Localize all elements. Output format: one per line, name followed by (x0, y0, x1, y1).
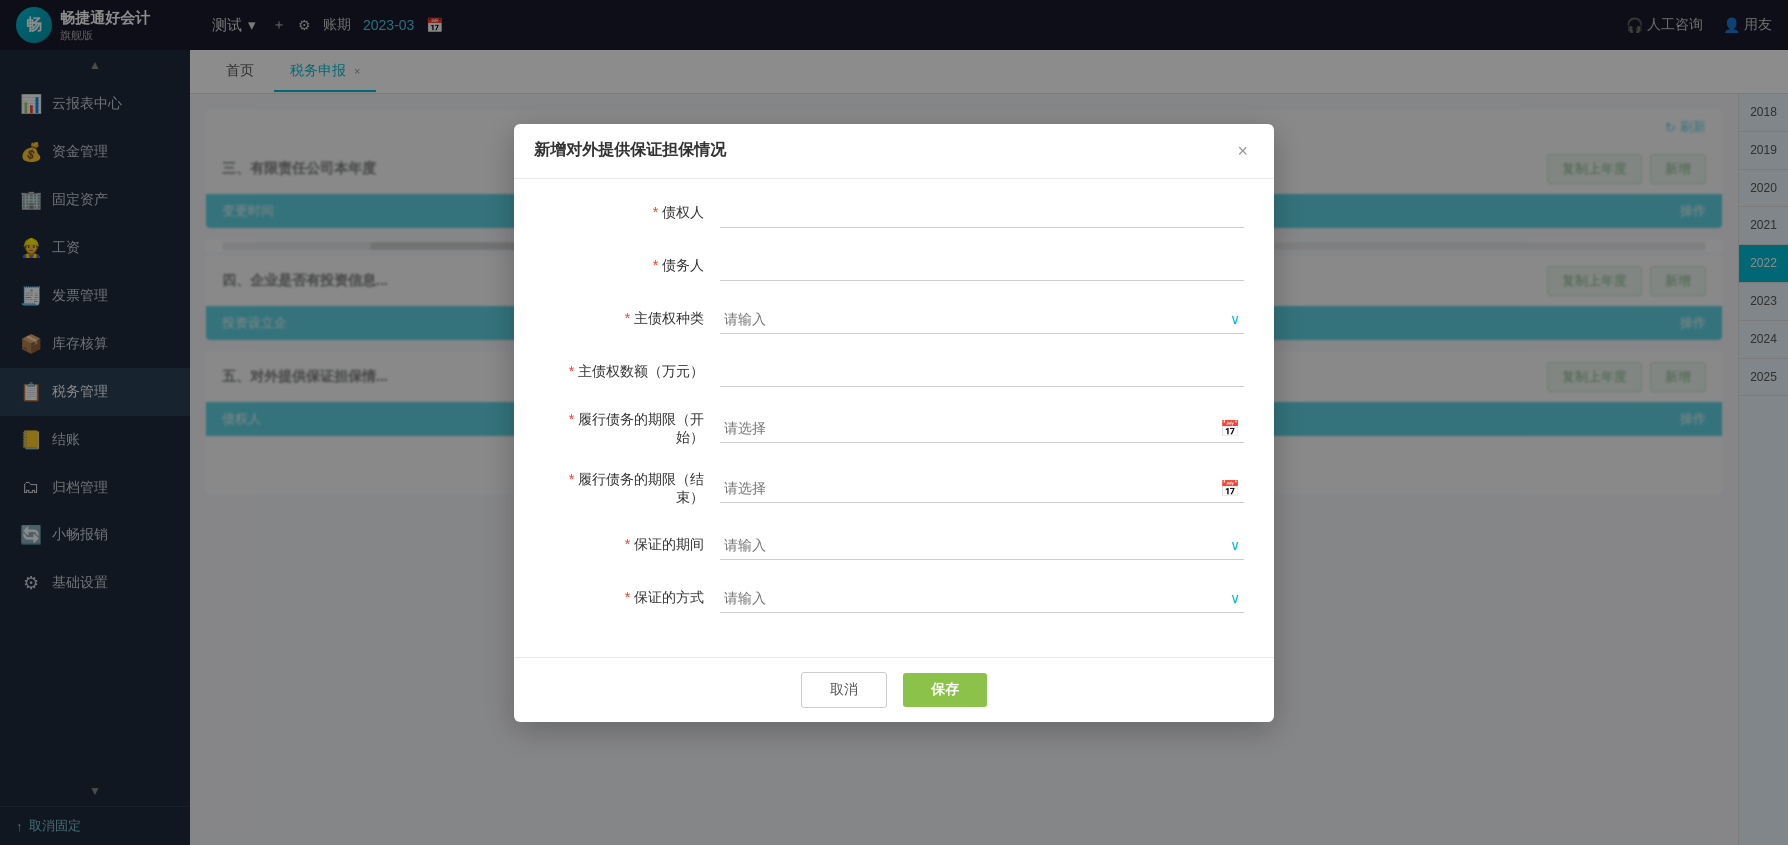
modal-header: 新增对外提供保证担保情况 × (514, 124, 1274, 179)
modal-footer: 取消 保存 (514, 657, 1274, 722)
label-debtor: * 债务人 (544, 257, 704, 275)
input-period-start[interactable] (720, 414, 1216, 442)
guarantee-period-chevron-icon[interactable]: ∨ (1226, 537, 1244, 553)
form-row-guarantee-method: * 保证的方式 ∨ (544, 584, 1244, 613)
form-row-period-start: * 履行债务的期限（开始） 📅 (544, 411, 1244, 447)
input-guarantee-period[interactable] (720, 531, 1226, 559)
label-debt-type: * 主债权种类 (544, 310, 704, 328)
calendar-end-icon[interactable]: 📅 (1216, 479, 1244, 498)
form-row-debt-type: * 主债权种类 ∨ (544, 305, 1244, 334)
label-creditor: * 债权人 (544, 204, 704, 222)
select-debt-type[interactable]: ∨ (720, 305, 1244, 334)
calendar-start-icon[interactable]: 📅 (1216, 419, 1244, 438)
input-guarantee-method[interactable] (720, 584, 1226, 612)
date-period-start[interactable]: 📅 (720, 414, 1244, 443)
form-row-period-end: * 履行债务的期限（结束） 📅 (544, 471, 1244, 507)
form-row-creditor: * 债权人 (544, 199, 1244, 228)
modal-dialog: 新增对外提供保证担保情况 × * 债权人 * 债务人 (514, 124, 1274, 722)
modal-body: * 债权人 * 债务人 * 主债权种类 (514, 179, 1274, 657)
label-debt-amount: * 主债权数额（万元） (544, 363, 704, 381)
guarantee-method-chevron-icon[interactable]: ∨ (1226, 590, 1244, 606)
label-period-start: * 履行债务的期限（开始） (544, 411, 704, 447)
cancel-button[interactable]: 取消 (801, 672, 887, 708)
input-debtor[interactable] (720, 252, 1244, 281)
label-guarantee-method: * 保证的方式 (544, 589, 704, 607)
form-row-debt-amount: * 主债权数额（万元） (544, 358, 1244, 387)
input-debt-type[interactable] (720, 305, 1226, 333)
select-guarantee-method[interactable]: ∨ (720, 584, 1244, 613)
input-period-end[interactable] (720, 474, 1216, 502)
modal-close-button[interactable]: × (1231, 140, 1254, 162)
input-debt-amount[interactable] (720, 358, 1244, 387)
save-button[interactable]: 保存 (903, 673, 987, 707)
input-creditor[interactable] (720, 199, 1244, 228)
form-row-guarantee-period: * 保证的期间 ∨ (544, 531, 1244, 560)
debt-type-chevron-icon[interactable]: ∨ (1226, 311, 1244, 327)
form-row-debtor: * 债务人 (544, 252, 1244, 281)
modal-title: 新增对外提供保证担保情况 (534, 140, 726, 161)
modal-overlay: 新增对外提供保证担保情况 × * 债权人 * 债务人 (0, 0, 1788, 845)
label-period-end: * 履行债务的期限（结束） (544, 471, 704, 507)
date-period-end[interactable]: 📅 (720, 474, 1244, 503)
select-guarantee-period[interactable]: ∨ (720, 531, 1244, 560)
label-guarantee-period: * 保证的期间 (544, 536, 704, 554)
